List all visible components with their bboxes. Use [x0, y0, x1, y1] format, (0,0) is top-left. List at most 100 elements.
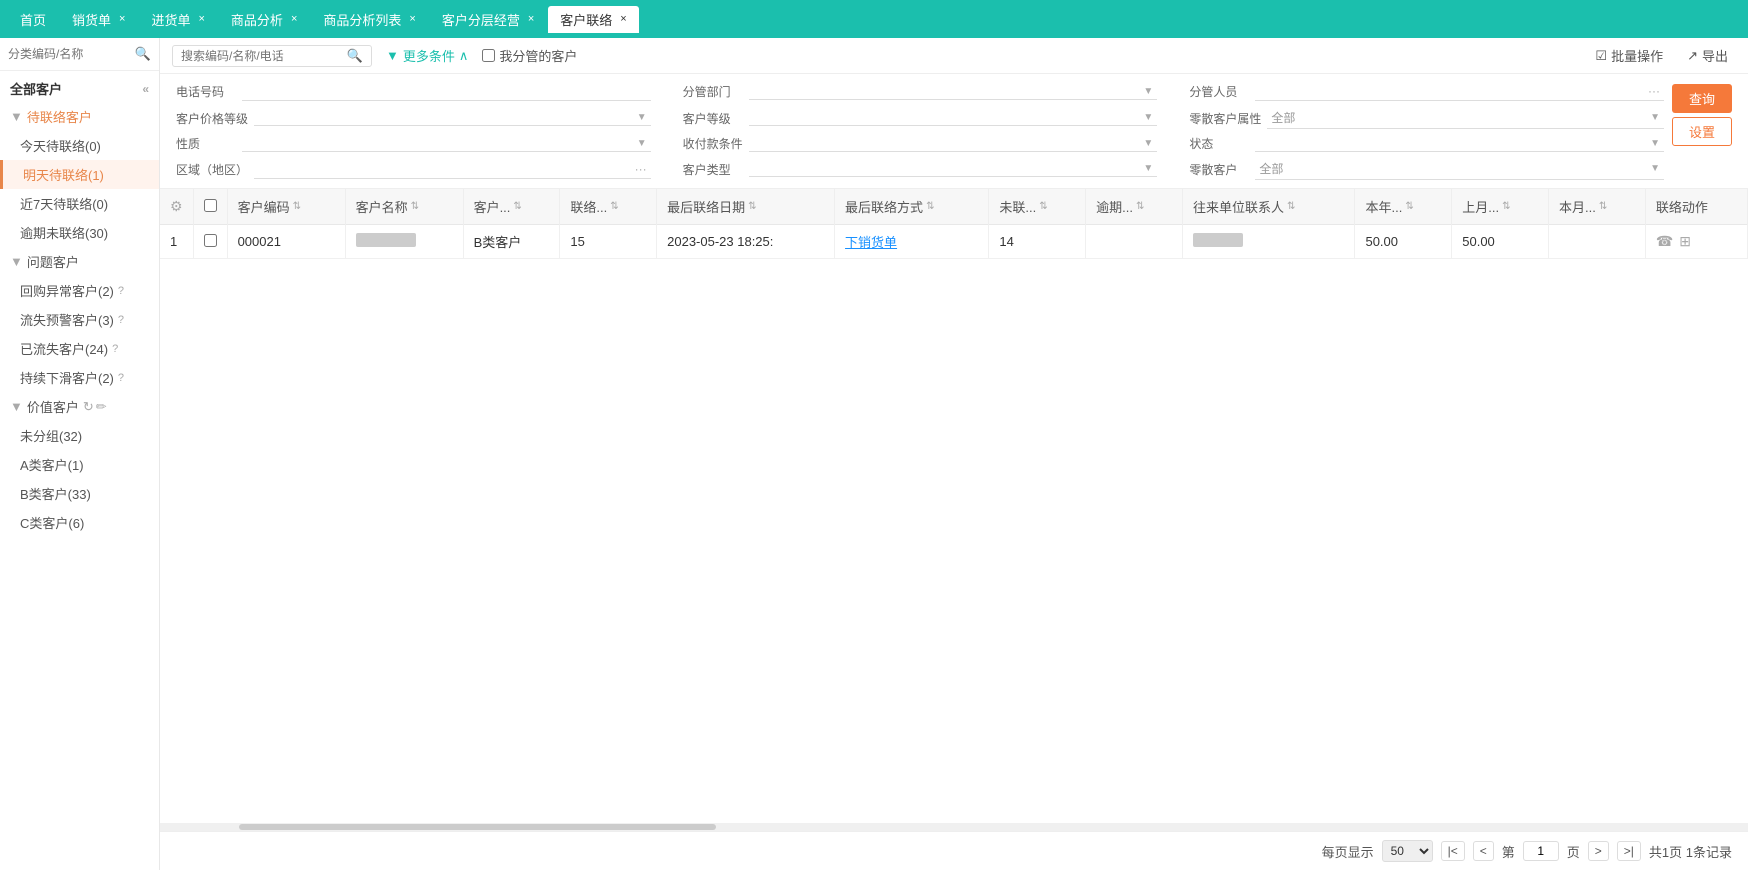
- scrollbar-thumb[interactable]: [239, 824, 715, 830]
- sort-icon[interactable]: ⇅: [1599, 201, 1607, 212]
- phone-input[interactable]: [242, 82, 651, 101]
- close-icon[interactable]: ×: [620, 13, 626, 25]
- retail-attr-select[interactable]: 全部 ▼: [1267, 107, 1664, 129]
- gear-icon[interactable]: ⚙: [170, 198, 183, 214]
- first-page-btn[interactable]: |<: [1441, 841, 1465, 861]
- nav-tab-analysis[interactable]: 商品分析 ×: [219, 6, 309, 33]
- batch-op-btn[interactable]: ☑ 批量操作: [1587, 44, 1671, 67]
- th-name: 客户名称 ⇅: [345, 189, 463, 225]
- sort-icon[interactable]: ⇅: [1502, 201, 1510, 212]
- horizontal-scrollbar[interactable]: [160, 823, 1748, 831]
- sidebar-group-problem[interactable]: ▼ 问题客户: [0, 247, 159, 276]
- edit-icon[interactable]: ✏: [96, 399, 107, 415]
- level-label: 客户等级: [683, 110, 743, 127]
- sidebar-item-tomorrow[interactable]: 明天待联络(1): [0, 160, 159, 189]
- custtype-select[interactable]: ▼: [749, 161, 1158, 177]
- contact-icon[interactable]: ☎: [1656, 233, 1673, 250]
- close-icon[interactable]: ×: [198, 13, 204, 25]
- sidebar-item-today[interactable]: 今天待联络(0): [0, 131, 159, 160]
- help-icon[interactable]: ?: [118, 372, 124, 384]
- set-button[interactable]: 设置: [1672, 117, 1732, 146]
- sidebar-item-7days[interactable]: 近7天待联络(0): [0, 189, 159, 218]
- sort-icon[interactable]: ⇅: [1039, 201, 1047, 212]
- sidebar-group-pending[interactable]: ▼ 待联络客户: [0, 102, 159, 131]
- prev-page-btn[interactable]: <: [1473, 841, 1494, 861]
- page-size-select[interactable]: 50 100 200: [1382, 840, 1433, 862]
- retail-select[interactable]: 全部 ▼: [1255, 158, 1664, 180]
- sidebar-item-b-class[interactable]: B类客户(33): [0, 479, 159, 508]
- sort-icon[interactable]: ⇅: [748, 201, 756, 212]
- manager-select[interactable]: ···: [1255, 82, 1664, 101]
- sidebar-item-ungrouped[interactable]: 未分组(32): [0, 421, 159, 450]
- region-select[interactable]: ···: [254, 160, 651, 179]
- page-size-label: 每页显示: [1322, 842, 1374, 861]
- nav-tab-contact[interactable]: 客户联络 ×: [548, 6, 638, 33]
- sort-icon[interactable]: ⇅: [610, 201, 618, 212]
- close-icon[interactable]: ×: [291, 13, 297, 25]
- filter-search-input[interactable]: [181, 49, 343, 63]
- sidebar-group-value[interactable]: ▼ 价值客户 ↻ ✏: [0, 392, 159, 421]
- sidebar-item-repurchase[interactable]: 回购异常客户(2) ?: [0, 276, 159, 305]
- payment-select[interactable]: ▼: [749, 136, 1158, 152]
- nav-tab-analysislist[interactable]: 商品分析列表 ×: [311, 6, 427, 33]
- sort-icon[interactable]: ⇅: [1287, 201, 1295, 212]
- dots-icon: ···: [1648, 84, 1660, 98]
- dept-select[interactable]: ▼: [749, 84, 1158, 100]
- next-page-btn[interactable]: >: [1588, 841, 1609, 861]
- help-icon[interactable]: ?: [112, 343, 118, 355]
- sort-icon[interactable]: ⇅: [1136, 201, 1144, 212]
- nature-select[interactable]: ▼: [242, 136, 651, 152]
- sidebar-search-input[interactable]: [8, 47, 131, 61]
- sort-icon[interactable]: ⇅: [1405, 201, 1413, 212]
- sort-icon[interactable]: ⇅: [411, 201, 419, 212]
- my-customers-checkbox[interactable]: 我分管的客户: [482, 46, 577, 65]
- filter-field-dept: 分管部门 ▼: [683, 83, 1158, 100]
- page-input[interactable]: [1523, 841, 1559, 861]
- help-icon[interactable]: ?: [118, 314, 124, 326]
- close-icon[interactable]: ×: [409, 13, 415, 25]
- chevron-icon: ∧: [459, 48, 469, 64]
- sidebar-item-churned[interactable]: 已流失客户(24) ?: [0, 334, 159, 363]
- sidebar-item-overdue[interactable]: 逾期未联络(30): [0, 218, 159, 247]
- nav-tab-segmentation[interactable]: 客户分层经营 ×: [430, 6, 546, 33]
- filter-icon: ▼: [386, 48, 399, 63]
- cell-this-year: 50.00: [1355, 225, 1452, 259]
- nav-home[interactable]: 首页: [8, 6, 58, 33]
- all-customers-header[interactable]: 全部客户 «: [0, 71, 159, 102]
- close-icon[interactable]: ×: [119, 13, 125, 25]
- row-checkbox[interactable]: [204, 234, 217, 247]
- close-icon[interactable]: ×: [528, 13, 534, 25]
- cell-contacts: 15: [560, 225, 657, 259]
- cell-type: B类客户: [463, 225, 560, 259]
- sidebar-item-churn-warn[interactable]: 流失预警客户(3) ?: [0, 305, 159, 334]
- pricelevel-select[interactable]: ▼: [254, 110, 651, 126]
- sidebar-item-c-class[interactable]: C类客户(6): [0, 508, 159, 537]
- qr-icon[interactable]: ⊞: [1679, 233, 1691, 250]
- cell-code: 000021: [227, 225, 345, 259]
- more-conditions-btn[interactable]: ▼ 更多条件 ∧: [380, 44, 474, 67]
- query-button[interactable]: 查询: [1672, 84, 1732, 113]
- refresh-icon[interactable]: ↻: [83, 399, 94, 415]
- last-method-link[interactable]: 下销货单: [845, 235, 897, 250]
- select-all-checkbox[interactable]: [204, 199, 217, 212]
- status-select[interactable]: ▼: [1255, 136, 1664, 152]
- sidebar-item-declining[interactable]: 持续下滑客户(2) ?: [0, 363, 159, 392]
- filter-field-level: 客户等级 ▼: [683, 110, 1158, 127]
- help-icon[interactable]: ?: [118, 285, 124, 297]
- collapse-icon[interactable]: «: [142, 82, 149, 96]
- top-nav: 首页 销货单 × 进货单 × 商品分析 × 商品分析列表 × 客户分层经营 × …: [0, 0, 1748, 38]
- cell-last-method: 下销货单: [835, 225, 989, 259]
- search-icon[interactable]: 🔍: [347, 48, 363, 64]
- export-btn[interactable]: ↗ 导出: [1679, 44, 1736, 67]
- nav-tab-purchaseorder[interactable]: 进货单 ×: [139, 6, 216, 33]
- sort-icon[interactable]: ⇅: [293, 201, 301, 212]
- content-area: 🔍 ▼ 更多条件 ∧ 我分管的客户 ☑ 批量操作 ↗ 导出: [160, 38, 1748, 870]
- sort-icon[interactable]: ⇅: [926, 201, 934, 212]
- sort-icon[interactable]: ⇅: [513, 201, 521, 212]
- nav-tab-salesorder[interactable]: 销货单 ×: [60, 6, 137, 33]
- last-page-btn[interactable]: >|: [1617, 841, 1641, 861]
- sidebar-item-a-class[interactable]: A类客户(1): [0, 450, 159, 479]
- level-select[interactable]: ▼: [749, 110, 1158, 126]
- search-icon[interactable]: 🔍: [135, 46, 151, 62]
- th-contacts: 联络... ⇅: [560, 189, 657, 225]
